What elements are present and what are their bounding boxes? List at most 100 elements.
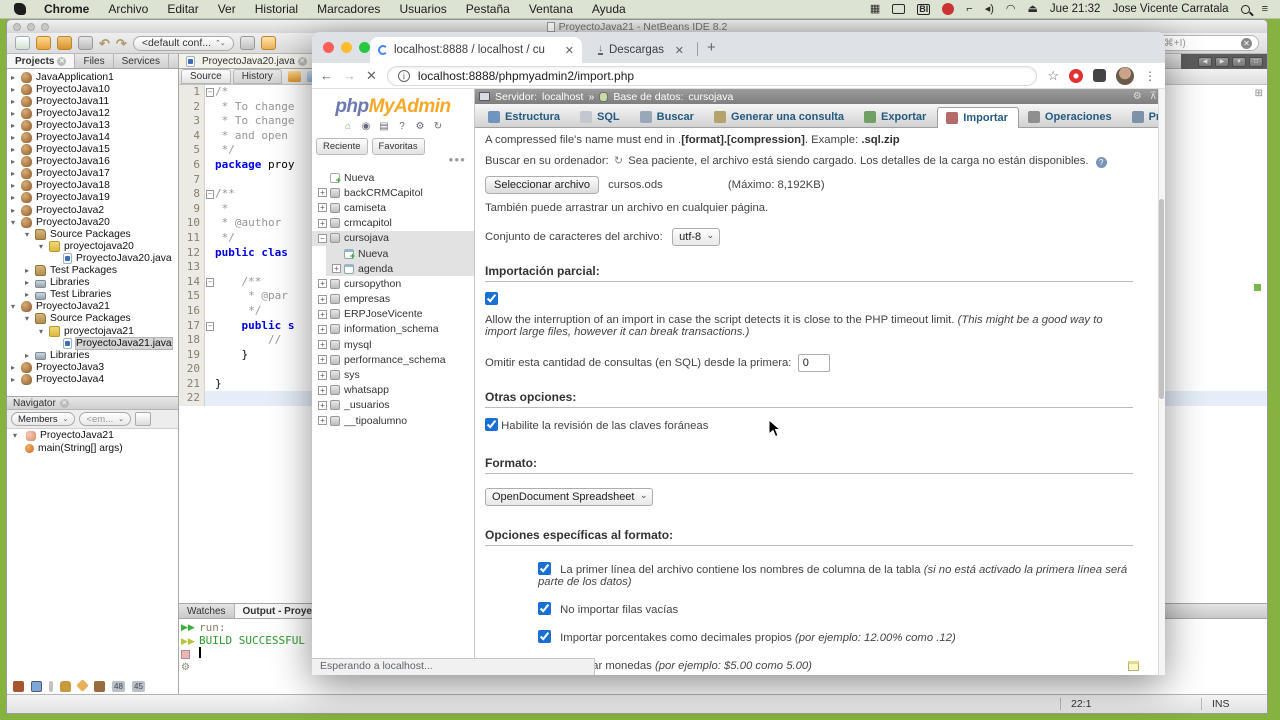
tree-expander-icon[interactable] <box>332 264 341 274</box>
project-tree-item[interactable]: ProyectoJava2 <box>7 204 178 216</box>
pma-tab[interactable]: Estructura <box>479 106 571 127</box>
tree-expander-icon[interactable] <box>11 206 20 215</box>
menubar-item[interactable]: Chrome <box>44 2 89 16</box>
database-tree-item[interactable]: Nueva <box>312 170 474 185</box>
tree-expander-icon[interactable] <box>39 242 48 251</box>
clear-search-icon[interactable]: ✕ <box>1241 37 1252 49</box>
fold-marker[interactable] <box>205 362 215 377</box>
bookmark-star-icon[interactable]: ☆ <box>1047 68 1059 84</box>
resize-handle-icon[interactable]: ●●● <box>312 155 474 164</box>
extension-icon[interactable] <box>1069 68 1083 83</box>
project-tree-item[interactable]: ProyectoJava15 <box>7 144 178 156</box>
fold-marker[interactable] <box>205 172 215 188</box>
fold-marker[interactable] <box>205 376 215 392</box>
stop-loading-button[interactable]: ✕ <box>366 68 377 84</box>
tree-expander-icon[interactable] <box>318 203 327 213</box>
format-option-label[interactable]: Importar porcentakes como decimales prop… <box>560 632 956 644</box>
project-tree-item[interactable]: JavaApplication1 <box>7 71 178 83</box>
tree-expander-icon[interactable] <box>13 431 22 440</box>
close-window-icon[interactable] <box>323 42 334 53</box>
scroll-tabs-left-icon[interactable]: ◀ <box>1198 56 1212 67</box>
tab-projects[interactable]: Projects ✕ <box>7 54 76 68</box>
undo-icon[interactable]: ↶ <box>99 36 110 51</box>
database-tree-item[interactable]: _usuarios <box>312 398 474 413</box>
fold-marker[interactable] <box>205 245 215 261</box>
back-button[interactable]: ← <box>320 68 333 83</box>
tree-expander-icon[interactable] <box>318 340 327 350</box>
fold-marker[interactable] <box>205 260 215 275</box>
redo-icon[interactable]: ↷ <box>116 36 127 51</box>
help-icon[interactable]: ? <box>396 121 409 133</box>
project-tree-item[interactable]: ProyectoJava16 <box>7 156 178 168</box>
database-tree-item[interactable]: performance_schema <box>312 352 474 367</box>
project-tree-item[interactable]: ProyectoJava19 <box>7 192 178 204</box>
navigator-filter-select[interactable]: <em... <box>79 412 132 426</box>
project-tree-item[interactable]: ProyectoJava13 <box>7 119 178 131</box>
database-tree-item[interactable]: cursojava <box>312 230 474 246</box>
project-tree-item[interactable]: ProyectoJava14 <box>7 131 178 144</box>
rerun-debug-icon[interactable]: ▶▶ <box>181 636 195 646</box>
zoom-window-icon[interactable] <box>359 42 370 53</box>
database-tree-item[interactable]: whatsapp <box>312 383 474 398</box>
menubar-item[interactable]: Editar <box>167 2 198 16</box>
settings-gear-icon[interactable]: ⚙ <box>414 121 427 133</box>
fold-marker[interactable] <box>205 99 215 115</box>
fold-marker[interactable] <box>205 201 215 217</box>
navigator-sort-button[interactable] <box>135 412 152 426</box>
wifi-icon[interactable]: ◠ <box>1006 3 1016 15</box>
tree-expander-icon[interactable] <box>11 375 20 384</box>
tree-expander-icon[interactable] <box>25 278 34 287</box>
fold-marker[interactable] <box>205 216 215 231</box>
favorite-tables-button[interactable]: Favoritas <box>371 138 425 155</box>
format-select[interactable]: OpenDocument Spreadsheet <box>485 488 654 506</box>
tree-expander-icon[interactable] <box>11 85 20 94</box>
display-icon[interactable] <box>892 4 906 14</box>
tree-expander-icon[interactable] <box>318 400 327 410</box>
chrome-menu-icon[interactable]: ⋮ <box>1144 69 1157 83</box>
format-option-checkbox[interactable] <box>538 562 551 575</box>
charset-select[interactable]: utf-8 <box>672 228 721 246</box>
scrollbar-thumb[interactable] <box>1159 199 1164 399</box>
project-tree-item[interactable]: proyectojava21 <box>35 325 178 337</box>
format-option-label[interactable]: No importar filas vacías <box>560 604 678 616</box>
breadcrumb-server-link[interactable]: localhost <box>542 91 583 103</box>
tab-services[interactable]: Services <box>114 54 169 68</box>
tree-expander-icon[interactable] <box>318 294 327 304</box>
menubar-item[interactable]: Pestaña <box>466 2 510 16</box>
tree-expander-icon[interactable] <box>25 314 34 323</box>
tree-expander-icon[interactable] <box>11 145 20 154</box>
tab-files[interactable]: Files <box>75 54 114 68</box>
menubar-item[interactable]: Ayuda <box>592 2 626 16</box>
forward-button[interactable]: → <box>343 68 356 83</box>
parallels-icon[interactable]: ▦ <box>870 3 880 15</box>
tree-expander-icon[interactable] <box>11 133 20 142</box>
statusbar-icon[interactable] <box>76 679 89 692</box>
tree-expander-icon[interactable] <box>11 121 20 130</box>
tree-expander-icon[interactable] <box>318 233 327 243</box>
database-tree-item[interactable]: backCRMCapitol <box>312 185 474 200</box>
site-info-icon[interactable]: i <box>397 69 410 82</box>
source-view-button[interactable]: Source <box>181 69 231 84</box>
new-tab-button[interactable]: + <box>707 39 716 56</box>
database-tree-item[interactable]: cursopython <box>312 276 474 291</box>
logout-icon[interactable]: ◉ <box>360 121 373 133</box>
tree-expander-icon[interactable] <box>11 181 20 190</box>
database-tree-item[interactable]: agenda <box>326 261 474 277</box>
project-tree-item[interactable]: Libraries <box>21 349 178 361</box>
minimize-window-icon[interactable] <box>341 42 352 53</box>
tree-expander-icon[interactable] <box>11 73 20 82</box>
tree-expander-icon[interactable] <box>25 351 34 360</box>
menubar-clock[interactable]: Jue 21:32 <box>1050 3 1101 15</box>
close-tab-icon[interactable]: ✕ <box>565 44 574 57</box>
close-tab-icon[interactable]: ✕ <box>297 56 307 66</box>
fold-marker[interactable] <box>205 274 215 290</box>
project-tree-item[interactable]: ProyectoJava11 <box>7 95 178 107</box>
red-app-icon[interactable] <box>942 3 955 15</box>
profile-avatar[interactable] <box>1116 66 1134 85</box>
split-editor-icon[interactable]: ⊞ <box>1255 88 1263 99</box>
menubar-item[interactable]: Historial <box>255 2 298 16</box>
menubar-item[interactable]: Usuarios <box>399 2 446 16</box>
fold-marker[interactable] <box>205 114 215 129</box>
project-tree-item[interactable]: ProyectoJava21 <box>7 301 178 313</box>
editor-tab-proyectojava20[interactable]: ProyectoJava20.java ✕ <box>179 54 314 68</box>
